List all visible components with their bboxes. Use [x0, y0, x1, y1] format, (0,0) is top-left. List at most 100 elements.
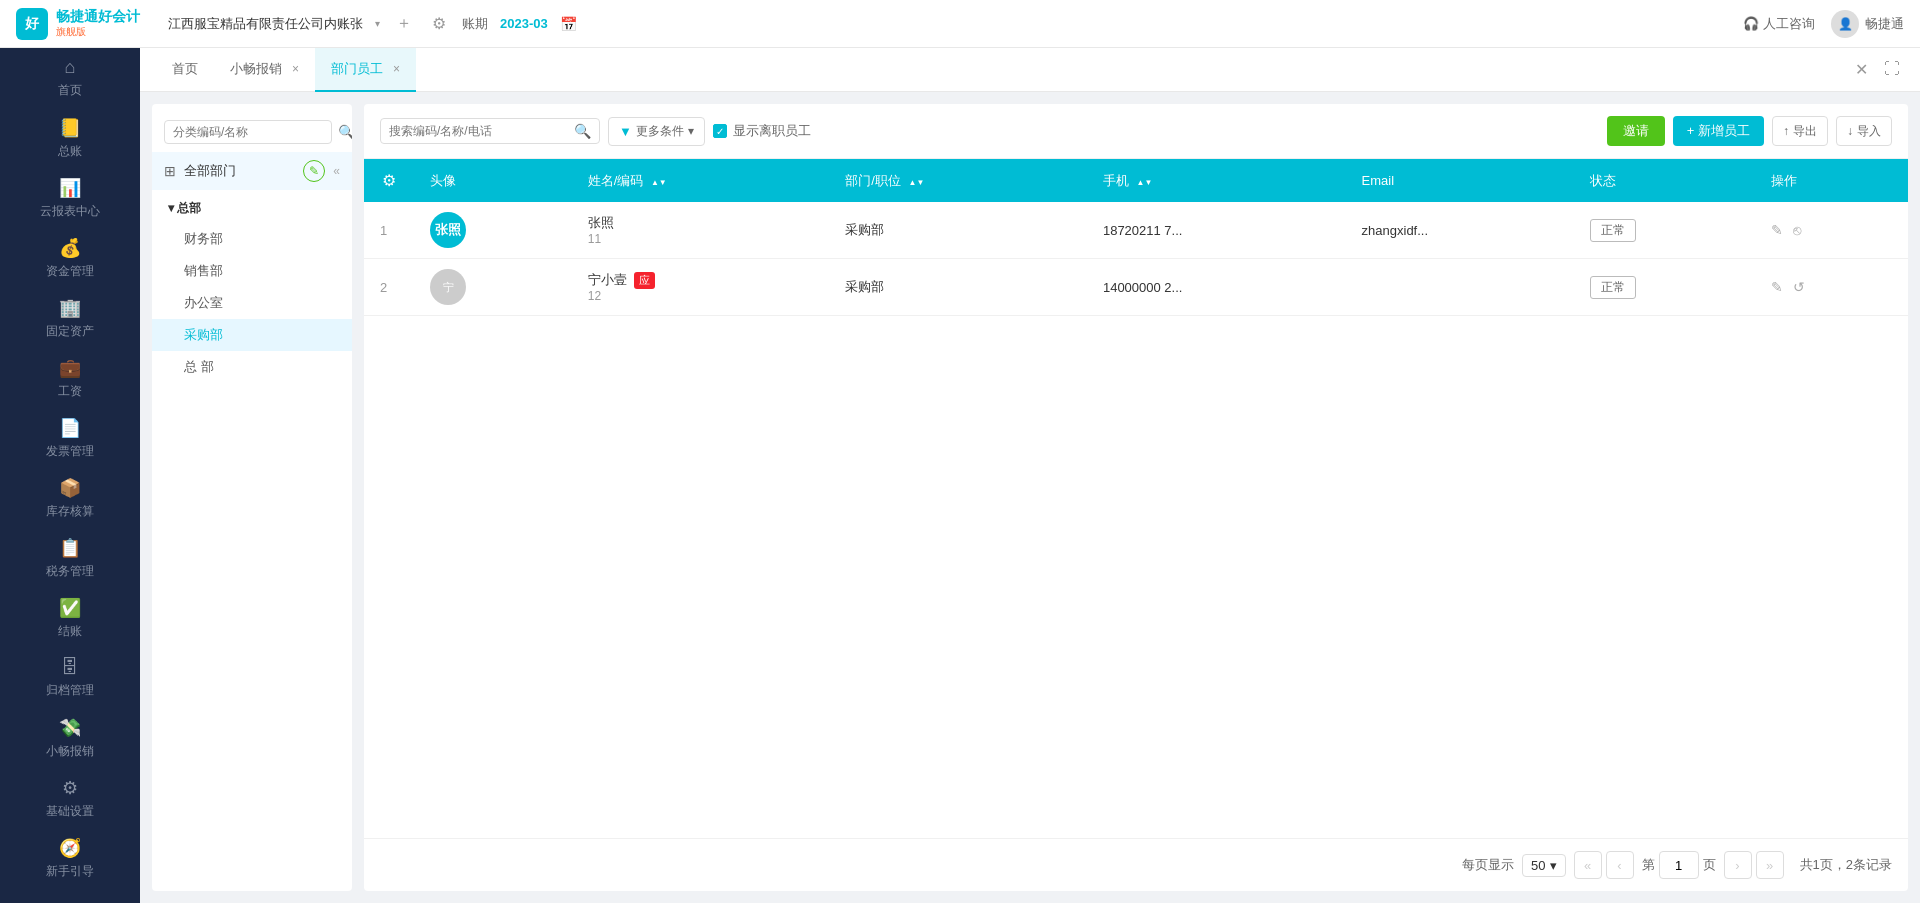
prev-page-button[interactable]: ‹ [1606, 851, 1634, 879]
dept-search-icon[interactable]: 🔍 [338, 124, 352, 140]
period-value[interactable]: 2023-03 [500, 16, 548, 31]
sidebar-item-tax[interactable]: 📋 税务管理 [0, 528, 140, 588]
page-content: 🔍 ⊞ 全部部门 ✎ « ▾ 总部 财务部 销售部 办公室 采购部 总 部 [140, 92, 1920, 903]
assets-icon: 🏢 [59, 297, 81, 319]
emp-name-2: 宁小壹 应 [588, 271, 814, 289]
add-employee-button[interactable]: + 新增员工 [1673, 116, 1764, 146]
sidebar-item-ledger[interactable]: 📒 总账 [0, 108, 140, 168]
guide-icon: 🧭 [59, 837, 81, 859]
sidebar-item-archive[interactable]: 🗄 归档管理 [0, 648, 140, 708]
capital-icon: 💰 [59, 237, 81, 259]
calendar-icon[interactable]: 📅 [560, 16, 577, 32]
dept-grid-icon: ⊞ [164, 163, 176, 179]
sidebar-item-home[interactable]: ⌂ 首页 [0, 48, 140, 108]
tab-expense[interactable]: 小畅报销 × [214, 48, 315, 92]
archive-icon: 🗄 [61, 657, 79, 678]
dept-all-label: 全部部门 [184, 162, 236, 180]
edit-icon-1[interactable]: ✎ [1771, 222, 1783, 238]
sidebar-item-reports[interactable]: 📊 云报表中心 [0, 168, 140, 228]
employee-search-input[interactable] [389, 124, 568, 138]
tab-dept-close[interactable]: × [393, 62, 400, 76]
edit-icon-2[interactable]: ✎ [1771, 279, 1783, 295]
tab-dept-label: 部门员工 [331, 60, 383, 78]
sidebar-item-checkout[interactable]: ✅ 结账 [0, 588, 140, 648]
next-page-button[interactable]: › [1724, 851, 1752, 879]
tabs-right-actions: ✕ ⛶ [1851, 56, 1904, 83]
expand-tab-icon[interactable]: ⛶ [1880, 56, 1904, 83]
top-header: 好 畅捷通好会计 旗舰版 江西服宝精品有限责任公司内账张 ▾ ＋ ⚙ 账期 20… [0, 0, 1920, 48]
dept-item-headquarters[interactable]: 总 部 [152, 351, 352, 383]
sidebar-label-home: 首页 [58, 82, 82, 99]
table-header-row: ⚙ 头像 姓名/编码 ▲▼ 部门/职位 ▲▼ 手机 ▲▼ [364, 159, 1908, 202]
close-tab-icon[interactable]: ✕ [1851, 56, 1872, 83]
home-icon: ⌂ [65, 57, 76, 78]
cell-avatar-1: 张照 [414, 202, 572, 259]
col-dept[interactable]: 部门/职位 ▲▼ [829, 159, 1087, 202]
table-settings-icon[interactable]: ⚙ [382, 172, 396, 189]
cell-phone-2: 14000000 2... [1087, 259, 1346, 316]
dept-item-sales[interactable]: 销售部 [152, 255, 352, 287]
page-number-input[interactable] [1659, 851, 1699, 879]
invite-button[interactable]: 邀请 [1607, 116, 1665, 146]
add-company-icon[interactable]: ＋ [392, 9, 416, 38]
tab-dept-emp[interactable]: 部门员工 × [315, 48, 416, 92]
global-settings-icon[interactable]: ⚙ [428, 10, 450, 37]
filter-label: 更多条件 [636, 123, 684, 140]
import-icon: ↓ [1847, 124, 1853, 138]
sidebar-item-settings[interactable]: ⚙ 基础设置 [0, 768, 140, 828]
table-row: 1 张照 张照 11 采购部 18720211 7... z [364, 202, 1908, 259]
sidebar-item-inventory[interactable]: 📦 库存核算 [0, 468, 140, 528]
dept-collapse-icon[interactable]: « [333, 164, 340, 178]
name-badge-2: 应 [634, 272, 655, 289]
logo-sub: 旗舰版 [56, 25, 140, 39]
cell-status-2: 正常 [1574, 259, 1755, 316]
checkbox-box: ✓ [713, 124, 727, 138]
dept-item-purchase[interactable]: 采购部 [152, 319, 352, 351]
employee-table: ⚙ 头像 姓名/编码 ▲▼ 部门/职位 ▲▼ 手机 ▲▼ [364, 159, 1908, 316]
sidebar-item-more[interactable]: ••• 更多 [0, 888, 140, 903]
dept-item-finance[interactable]: 财务部 [152, 223, 352, 255]
tab-expense-label: 小畅报销 [230, 60, 282, 78]
company-dropdown-icon[interactable]: ▾ [375, 18, 380, 29]
page-unit: 页 [1703, 856, 1716, 874]
emp-code-1: 11 [588, 232, 814, 246]
more-filter-button[interactable]: ▼ 更多条件 ▾ [608, 117, 705, 146]
toolbar: 🔍 ▼ 更多条件 ▾ ✓ 显示离职员工 邀请 [364, 104, 1908, 159]
header-right: 🎧 人工咨询 👤 畅捷通 [1743, 10, 1904, 38]
dept-search-input[interactable] [164, 120, 332, 144]
logout-icon-1[interactable]: ⎋ [1793, 222, 1801, 238]
user-area[interactable]: 👤 畅捷通 [1831, 10, 1904, 38]
sidebar-item-invoice[interactable]: 📄 发票管理 [0, 408, 140, 468]
sidebar-item-guide[interactable]: 🧭 新手引导 [0, 828, 140, 888]
col-name[interactable]: 姓名/编码 ▲▼ [572, 159, 830, 202]
last-page-button[interactable]: » [1756, 851, 1784, 879]
col-phone[interactable]: 手机 ▲▼ [1087, 159, 1346, 202]
first-page-button[interactable]: « [1574, 851, 1602, 879]
company-selector[interactable]: 江西服宝精品有限责任公司内账张 [168, 15, 363, 33]
user-name: 畅捷通 [1865, 15, 1904, 33]
right-panel: 🔍 ▼ 更多条件 ▾ ✓ 显示离职员工 邀请 [364, 104, 1908, 891]
import-button[interactable]: ↓ 导入 [1836, 116, 1892, 146]
sidebar-item-salary[interactable]: 💼 工资 [0, 348, 140, 408]
export-icon: ↑ [1783, 124, 1789, 138]
export-button[interactable]: ↑ 导出 [1772, 116, 1828, 146]
employee-search-icon[interactable]: 🔍 [574, 123, 591, 139]
page-navigation: « ‹ [1574, 851, 1634, 879]
sidebar-item-assets[interactable]: 🏢 固定资产 [0, 288, 140, 348]
emp-code-2: 12 [588, 289, 814, 303]
sidebar-item-capital[interactable]: 💰 资金管理 [0, 228, 140, 288]
tab-home[interactable]: 首页 [156, 48, 214, 92]
sort-dept-icon: ▲▼ [909, 179, 925, 187]
dept-all-button[interactable]: ⊞ 全部部门 ✎ « [152, 152, 352, 190]
per-page-select[interactable]: 50 ▾ [1522, 854, 1565, 877]
tab-expense-close[interactable]: × [292, 62, 299, 76]
logo-text: 畅捷通好会计 [56, 8, 140, 25]
service-button[interactable]: 🎧 人工咨询 [1743, 15, 1815, 33]
sidebar-item-expense[interactable]: 💸 小畅报销 [0, 708, 140, 768]
show-resigned-checkbox[interactable]: ✓ 显示离职员工 [713, 122, 811, 140]
logo-area: 好 畅捷通好会计 旗舰版 [16, 8, 156, 40]
col-settings: ⚙ [364, 159, 414, 202]
dept-item-office[interactable]: 办公室 [152, 287, 352, 319]
dept-edit-button[interactable]: ✎ [303, 160, 325, 182]
refresh-icon-2[interactable]: ↺ [1793, 279, 1805, 295]
